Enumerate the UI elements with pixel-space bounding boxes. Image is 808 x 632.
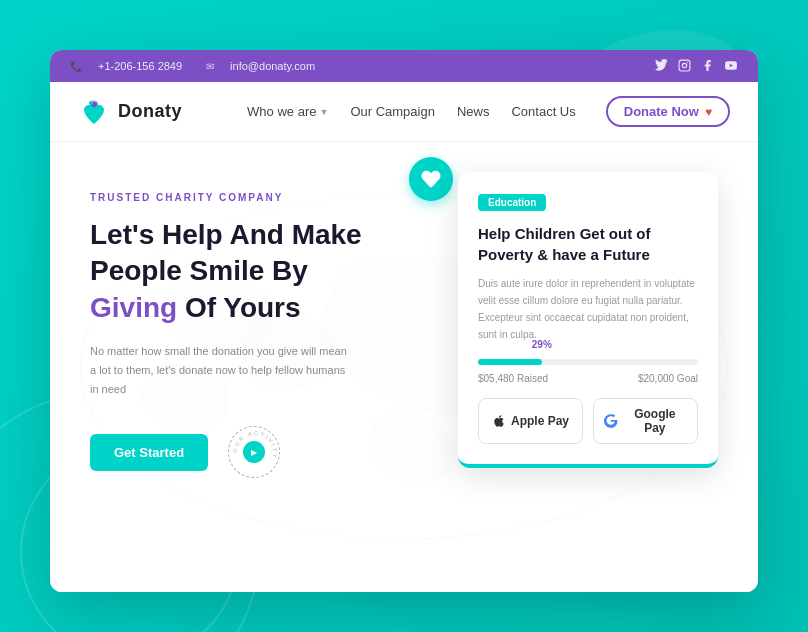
progress-label: 29% — [532, 339, 552, 350]
progress-meta: $05,480 Raised $20,000 Goal — [478, 373, 698, 384]
nav-links: Who we are ▼ Our Campaign News Contact U… — [247, 96, 730, 127]
progress-bar-bg: 29% — [478, 359, 698, 365]
goal-amount: $20,000 Goal — [638, 373, 698, 384]
main-content: TRUSTED CHARITY COMPANY Let's Help And M… — [50, 142, 758, 592]
card-description: Duis aute irure dolor in reprehenderit i… — [478, 275, 698, 343]
heart-icon: ♥ — [705, 105, 712, 119]
nav-contact-us[interactable]: Contact Us — [511, 104, 575, 119]
instagram-icon[interactable] — [678, 59, 691, 74]
get-started-button[interactable]: Get Started — [90, 434, 208, 471]
youtube-icon[interactable] — [724, 59, 738, 74]
google-pay-button[interactable]: Google Pay — [593, 398, 698, 444]
hero-subtitle: No matter how small the donation you giv… — [90, 342, 350, 398]
twitter-icon[interactable] — [655, 59, 668, 74]
hero-actions: Get Started ▶ OUR ACTIVITY — [90, 426, 390, 478]
svg-text:OUR ACTIVITY: OUR ACTIVITY — [232, 430, 278, 460]
google-icon — [604, 414, 618, 428]
progress-bar-fill: 29% — [478, 359, 542, 365]
svg-point-1 — [682, 63, 686, 67]
apple-icon — [492, 414, 506, 428]
nav-news[interactable]: News — [457, 104, 490, 119]
play-button[interactable]: ▶ OUR ACTIVITY — [228, 426, 280, 478]
browser-window: 📞 +1-206-156 2849 ✉ info@donaty.com — [50, 50, 758, 592]
nav-who-we-are[interactable]: Who we are ▼ — [247, 104, 328, 119]
email-address: info@donaty.com — [230, 60, 315, 72]
hero-section: TRUSTED CHARITY COMPANY Let's Help And M… — [90, 192, 390, 478]
topbar-contact: 📞 +1-206-156 2849 ✉ info@donaty.com — [70, 60, 315, 72]
card-category-tag: Education — [478, 194, 546, 211]
topbar: 📞 +1-206-156 2849 ✉ info@donaty.com — [50, 50, 758, 82]
progress-bar: 29% — [478, 359, 698, 365]
email-icon: ✉ — [206, 61, 214, 72]
floating-heart-icon — [409, 157, 453, 201]
logo-icon — [78, 96, 110, 128]
logo: Donaty — [78, 96, 182, 128]
phone-icon: 📞 — [70, 61, 82, 72]
topbar-social — [655, 59, 738, 74]
navbar: Donaty Who we are ▼ Our Campaign News Co… — [50, 82, 758, 142]
donate-now-button[interactable]: Donate Now ♥ — [606, 96, 730, 127]
card-title: Help Children Get out of Poverty & have … — [478, 223, 698, 265]
hero-tag: TRUSTED CHARITY COMPANY — [90, 192, 390, 203]
chevron-down-icon: ▼ — [319, 107, 328, 117]
svg-rect-0 — [679, 60, 690, 71]
campaign-card: Education Help Children Get out of Pover… — [458, 172, 718, 468]
hero-title: Let's Help And Make People Smile By Givi… — [90, 217, 390, 326]
svg-point-2 — [687, 61, 688, 62]
apple-pay-button[interactable]: Apple Pay — [478, 398, 583, 444]
phone-number: +1-206-156 2849 — [98, 60, 182, 72]
nav-our-campaign[interactable]: Our Campaign — [350, 104, 435, 119]
facebook-icon[interactable] — [701, 59, 714, 74]
raised-amount: $05,480 Raised — [478, 373, 548, 384]
brand-name: Donaty — [118, 101, 182, 122]
svg-point-6 — [89, 101, 93, 105]
payment-buttons: Apple Pay Google Pay — [478, 398, 698, 444]
